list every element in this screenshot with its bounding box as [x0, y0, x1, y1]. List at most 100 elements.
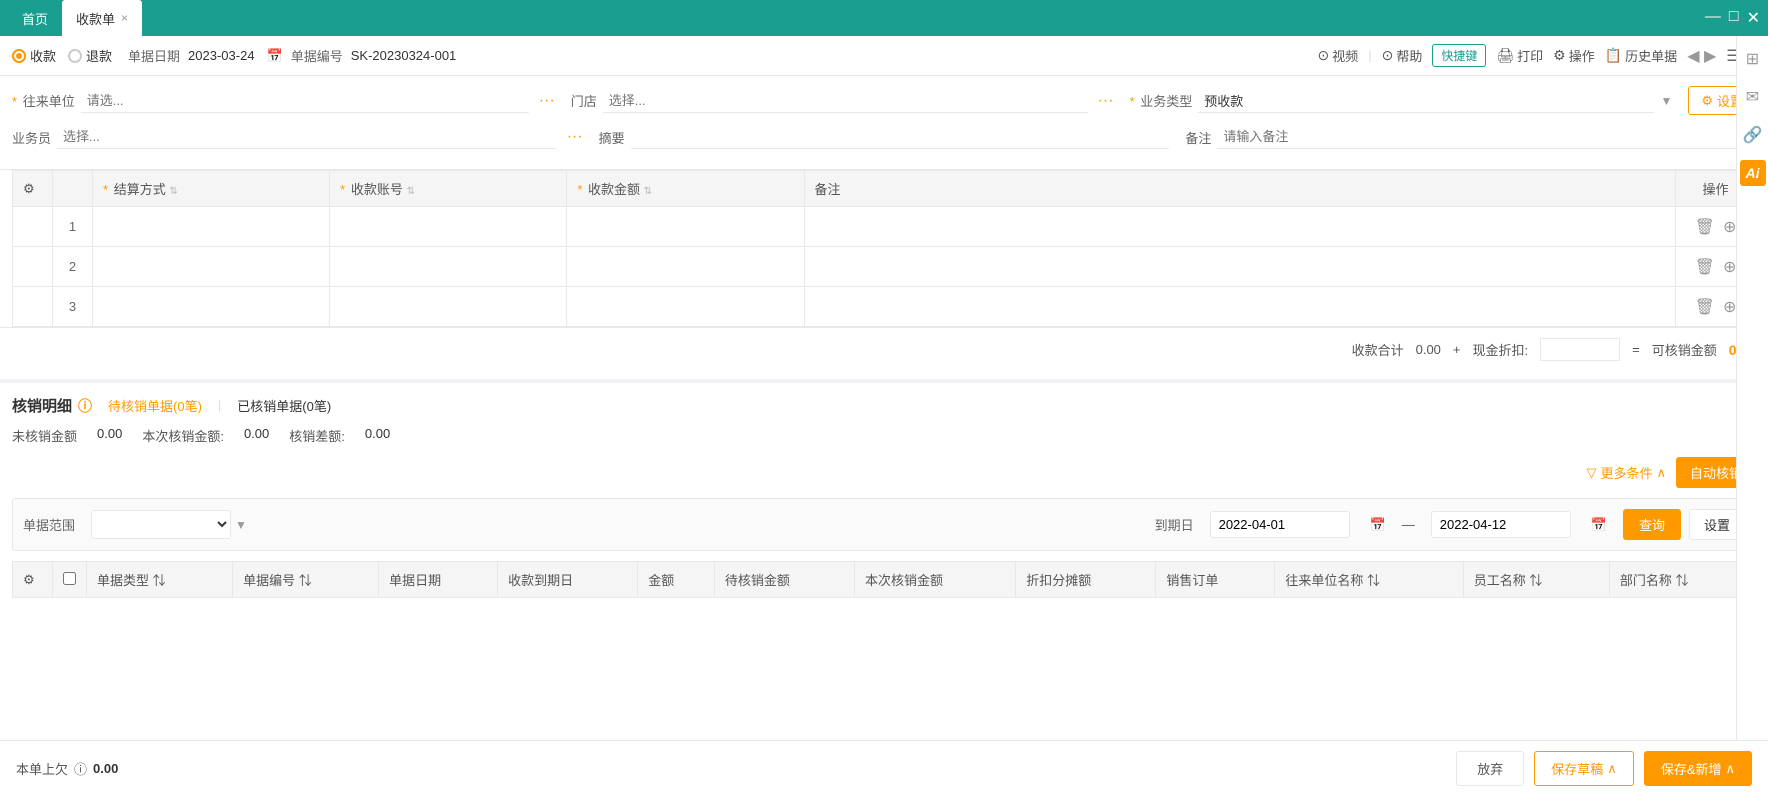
- staff-field: 业务员 ···: [12, 125, 583, 149]
- tab-receipt-label: 收款单: [76, 9, 115, 28]
- dept-sort-icon[interactable]: ⇅: [1675, 573, 1688, 588]
- equals-sign: =: [1632, 342, 1640, 357]
- tab-close-icon[interactable]: ×: [121, 11, 128, 25]
- range-select[interactable]: [91, 510, 231, 539]
- biz-type-input[interactable]: [1198, 89, 1654, 113]
- table-row: 1 🗑 ⊕: [13, 207, 1756, 247]
- help-btn[interactable]: ⊙ 帮助: [1382, 46, 1423, 65]
- close-btn[interactable]: ✕: [1747, 8, 1760, 28]
- bth-current: 本次核销金额: [854, 562, 1015, 598]
- query-btn[interactable]: 查询: [1623, 509, 1681, 540]
- account-sort-icon[interactable]: ⇅: [406, 186, 414, 197]
- tab-bar: 首页 收款单 × — □ ✕: [0, 0, 1768, 36]
- row2-delete-icon[interactable]: 🗑: [1695, 257, 1715, 277]
- no-sort-icon[interactable]: ⇅: [299, 573, 312, 588]
- date-to-input[interactable]: [1431, 511, 1571, 538]
- staff-label: 业务员: [12, 128, 51, 147]
- history-btn[interactable]: 📋 历史单据: [1605, 46, 1677, 65]
- remarks-input[interactable]: [1217, 125, 1756, 149]
- abandon-btn[interactable]: 放弃: [1456, 751, 1524, 786]
- amount-sort-icon[interactable]: ⇅: [644, 186, 652, 197]
- counterpart-input[interactable]: [81, 89, 529, 113]
- sidebar-email-icon[interactable]: ✉: [1740, 84, 1766, 110]
- sidebar-ai-icon[interactable]: Ai: [1740, 160, 1766, 186]
- table-footer: 收款合计 0.00 + 现金折扣: = 可核销金额 0.00: [0, 327, 1768, 371]
- tab-receipt[interactable]: 收款单 ×: [62, 0, 142, 36]
- verify-title: 核销明细 ⓘ: [12, 395, 92, 416]
- minimize-btn[interactable]: —: [1705, 8, 1721, 28]
- settle-sort-icon[interactable]: ⇅: [169, 186, 177, 197]
- mode-collect-radio[interactable]: 收款: [12, 46, 56, 65]
- current-val: 0.00: [93, 761, 118, 776]
- row3-remark[interactable]: [804, 287, 1676, 327]
- more-conditions-btn[interactable]: ▽ 更多条件 ∧: [1586, 463, 1666, 482]
- row2-settle[interactable]: [93, 247, 330, 287]
- date-from-input[interactable]: [1210, 511, 1350, 538]
- doc-no-value: SK-20230324-001: [351, 48, 457, 63]
- row3-delete-icon[interactable]: 🗑: [1695, 297, 1715, 317]
- date-from-cal-icon[interactable]: 📅: [1370, 517, 1386, 533]
- bottom-info-icon[interactable]: ⓘ: [74, 759, 87, 778]
- mode-refund-radio[interactable]: 退款: [68, 46, 112, 65]
- diff-label: 核销差额:: [289, 426, 345, 445]
- store-dots-btn[interactable]: ···: [1098, 92, 1114, 110]
- row1-remark[interactable]: [804, 207, 1676, 247]
- type-sort-icon[interactable]: ⇅: [153, 573, 166, 588]
- operations-btn[interactable]: ⚙ 操作: [1553, 46, 1595, 65]
- done-tab-link[interactable]: 已核销单据(0笔): [237, 396, 331, 415]
- mode-collect-label: 收款: [30, 46, 56, 65]
- discount-input[interactable]: [1540, 338, 1620, 361]
- bth-discount: 折扣分摊额: [1016, 562, 1156, 598]
- verify-info-icon[interactable]: ⓘ: [78, 396, 92, 416]
- bottom-table-header: ⚙ 单据类型 ⇅ 单据编号 ⇅ 单据日期 收款到期日 金额 待: [13, 562, 1756, 598]
- maximize-btn[interactable]: □: [1729, 8, 1739, 28]
- biz-type-label: * 业务类型: [1130, 91, 1193, 110]
- row3-account[interactable]: [330, 287, 567, 327]
- shortcut-btn[interactable]: 快捷键: [1432, 44, 1486, 67]
- doc-date-cal-icon[interactable]: 📅: [267, 48, 283, 64]
- row2-remark[interactable]: [804, 247, 1676, 287]
- top-toolbar: 收款 退款 单据日期 2023-03-24 📅 单据编号 SK-20230324…: [0, 36, 1768, 76]
- range-select-field: ▼: [91, 510, 1139, 539]
- row1-settle[interactable]: [93, 207, 330, 247]
- row3-num: 3: [53, 287, 93, 327]
- row3-settle[interactable]: [93, 287, 330, 327]
- counterpart-dots-btn[interactable]: ···: [539, 92, 555, 110]
- print-btn[interactable]: 🖨 打印: [1496, 46, 1543, 65]
- current-verify-val: 0.00: [244, 426, 269, 445]
- row1-account[interactable]: [330, 207, 567, 247]
- current-verify-label: 本次核销金额:: [142, 426, 224, 445]
- summary-input[interactable]: [631, 125, 1170, 149]
- sidebar-attachment-icon[interactable]: 🔗: [1740, 122, 1766, 148]
- bth-checkbox[interactable]: [53, 562, 87, 598]
- sidebar-table-icon[interactable]: ⊞: [1740, 46, 1766, 72]
- row3-amount[interactable]: [567, 287, 804, 327]
- row2-amount[interactable]: [567, 247, 804, 287]
- staff-input[interactable]: [57, 125, 557, 149]
- counterpart-sort-icon[interactable]: ⇅: [1367, 573, 1380, 588]
- form-area: * 往来单位 ··· 门店 ··· * 业务类型 ▼ ⚙: [0, 76, 1768, 170]
- row1-copy-icon[interactable]: ⊕: [1723, 217, 1736, 237]
- video-btn[interactable]: ⊙ 视频: [1317, 46, 1358, 65]
- row2-copy-icon[interactable]: ⊕: [1723, 257, 1736, 277]
- date-to-cal-icon[interactable]: 📅: [1591, 517, 1607, 533]
- save-new-btn[interactable]: 保存&新增 ∧: [1644, 751, 1752, 786]
- staff-sort-icon[interactable]: ⇅: [1529, 573, 1542, 588]
- range-dropdown-icon[interactable]: ▼: [235, 518, 247, 532]
- row2-account[interactable]: [330, 247, 567, 287]
- pending-tab-link[interactable]: 待核销单据(0笔): [108, 396, 202, 415]
- row3-copy-icon[interactable]: ⊕: [1723, 297, 1736, 317]
- tab-home[interactable]: 首页: [8, 0, 62, 36]
- staff-dots-btn[interactable]: ···: [567, 128, 583, 146]
- row1-amount[interactable]: [567, 207, 804, 247]
- biz-type-dropdown-icon[interactable]: ▼: [1660, 94, 1672, 108]
- nav-arrows[interactable]: ◀ ▶: [1687, 46, 1716, 66]
- window-controls: — □ ✕: [1705, 8, 1760, 28]
- th-amount: 收款金额 ⇅: [567, 171, 804, 207]
- select-all-checkbox[interactable]: [63, 572, 76, 585]
- save-draft-btn[interactable]: 保存草稿 ∧: [1534, 751, 1634, 786]
- store-input[interactable]: [603, 89, 1088, 113]
- th-settings[interactable]: ⚙: [13, 171, 53, 207]
- row1-delete-icon[interactable]: 🗑: [1695, 217, 1715, 237]
- bth-settings[interactable]: ⚙: [13, 562, 53, 598]
